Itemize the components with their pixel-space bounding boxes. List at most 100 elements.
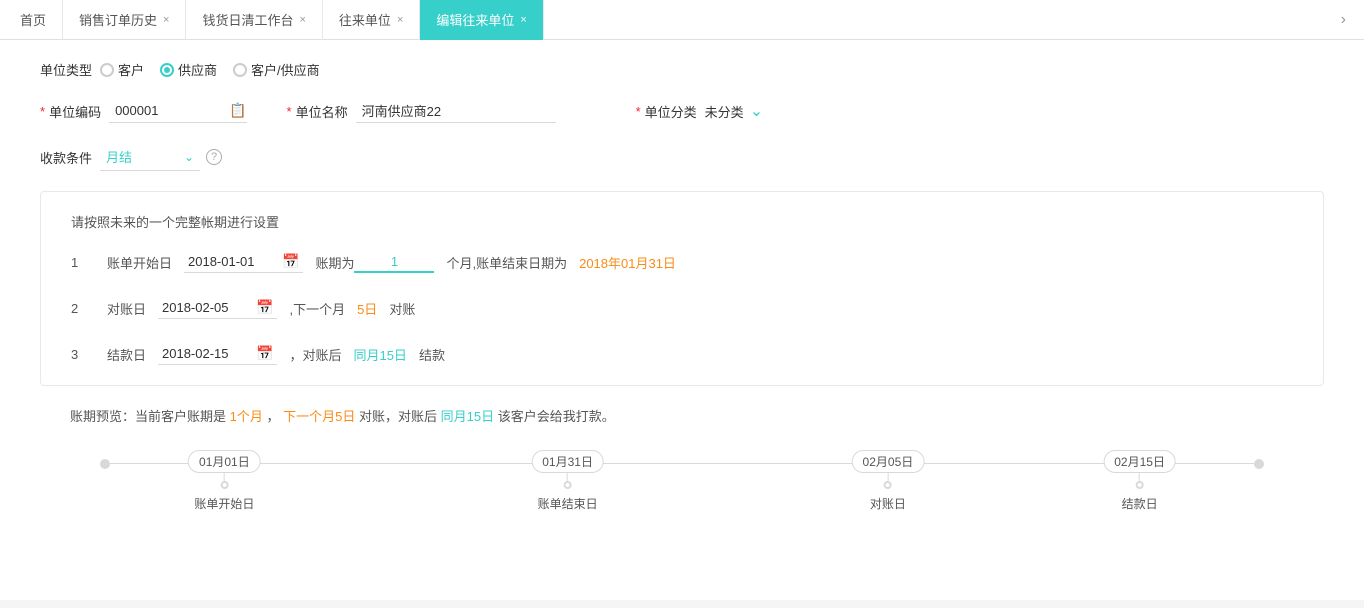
preview-sep1: ，: [267, 409, 280, 424]
unit-name-label: 单位名称: [296, 102, 348, 121]
unit-code-star: *: [40, 104, 45, 119]
unit-info-row: * 单位编码 📋 * 单位名称 * 单位分类 未分类 ⌄: [40, 99, 1324, 123]
preview-part1: 1个月: [230, 409, 263, 424]
tab-cash-work[interactable]: 钱货日清工作台 ×: [186, 0, 322, 40]
timeline-node-3: 02月05日 对账日: [852, 450, 925, 512]
payment-help-icon[interactable]: ?: [206, 149, 222, 165]
payment-value: 月结: [106, 147, 184, 166]
unit-category-item: * 单位分类 未分类 ⌄: [636, 101, 865, 121]
period-num-1: 1: [71, 255, 91, 270]
preview-part3: 同月15日: [441, 409, 494, 424]
radio-supplier[interactable]: 供应商: [160, 60, 217, 79]
period-months-input[interactable]: [354, 252, 434, 273]
timeline-connector-2: [567, 473, 568, 481]
unit-name-input[interactable]: [356, 99, 556, 123]
radio-both-label: 客户/供应商: [251, 60, 320, 79]
unit-code-icon[interactable]: 📋: [229, 102, 246, 119]
period-date-input-1[interactable]: [188, 254, 278, 269]
period-date-input-2[interactable]: [162, 300, 252, 315]
period-desc-3-pre: ，对账后: [289, 345, 341, 364]
payment-item: 收款条件 月结 ⌄ ?: [40, 143, 222, 171]
period-label-3: 结款日: [107, 345, 146, 364]
radio-supplier-circle: [160, 63, 174, 77]
timeline-line: 01月01日 账单开始日 01月31日 账单结束日 02月05日: [110, 463, 1254, 464]
unit-category-select[interactable]: 未分类 ⌄: [705, 101, 865, 121]
timeline-dot-1: [220, 481, 228, 489]
tab-edit-unit[interactable]: 编辑往来单位 ×: [420, 0, 543, 40]
timeline-label-1: 账单开始日: [194, 495, 254, 512]
period-desc-3-highlight: 同月15日: [353, 345, 406, 364]
period-row-2: 2 对账日 📅 ,下一个月5日 对账: [71, 297, 1293, 319]
unit-name-item: * 单位名称: [287, 99, 556, 123]
period-calendar-icon-1[interactable]: 📅: [282, 253, 299, 270]
tab-edit-unit-close[interactable]: ×: [520, 14, 526, 26]
tab-unit-close[interactable]: ×: [397, 14, 403, 26]
period-row-3: 3 结款日 📅 ，对账后 同月15日 结款: [71, 343, 1293, 365]
period-date-input-3[interactable]: [162, 346, 252, 361]
tab-cash-work-close[interactable]: ×: [299, 14, 305, 26]
unit-code-label: 单位编码: [49, 102, 101, 121]
period-date-2: 📅: [158, 297, 277, 319]
unit-type-label: 单位类型: [40, 60, 92, 79]
period-label-1: 账单开始日: [107, 253, 172, 272]
timeline-badge-3: 02月05日: [852, 450, 925, 473]
radio-customer[interactable]: 客户: [100, 60, 144, 79]
tab-sales-history[interactable]: 销售订单历史 ×: [63, 0, 186, 40]
payment-label: 收款条件: [40, 148, 92, 167]
period-num-3: 3: [71, 347, 91, 362]
timeline-container: 01月01日 账单开始日 01月31日 账单结束日 02月05日: [40, 449, 1324, 509]
tab-unit[interactable]: 往来单位 ×: [323, 0, 420, 40]
timeline-label-3: 对账日: [870, 495, 906, 512]
timeline-node-4: 02月15日 结款日: [1103, 450, 1176, 512]
tabs-bar: 首页 销售订单历史 × 钱货日清工作台 × 往来单位 × 编辑往来单位 × ›: [0, 0, 1364, 40]
timeline-dot-3: [884, 481, 892, 489]
unit-category-label: 单位分类: [645, 102, 697, 121]
preview-label: 账期预览：当前客户账期是: [70, 409, 226, 424]
unit-category-arrow: ⌄: [750, 101, 763, 121]
timeline-start-dot: [100, 459, 110, 469]
preview-sep2: 对账，对账后: [359, 409, 437, 424]
unit-category-star: *: [636, 104, 641, 119]
payment-select[interactable]: 月结 ⌄: [100, 143, 200, 171]
timeline-dot-2: [564, 481, 572, 489]
timeline-end-dot: [1254, 459, 1264, 469]
period-box: 请按照未来的一个完整帐期进行设置 1 账单开始日 📅 账期为 个月,账单结束日期…: [40, 191, 1324, 386]
tab-edit-unit-label: 编辑往来单位: [436, 10, 514, 29]
unit-code-item: * 单位编码 📋: [40, 99, 247, 123]
tab-home[interactable]: 首页: [8, 0, 63, 40]
unit-code-field: 📋: [109, 99, 246, 123]
radio-both-circle: [233, 63, 247, 77]
radio-both[interactable]: 客户/供应商: [233, 60, 320, 79]
timeline-node-2: 01月31日 账单结束日: [531, 450, 604, 512]
timeline-label-4: 结款日: [1122, 495, 1158, 512]
period-desc-2-post: 对账: [389, 299, 415, 318]
unit-type-row: 单位类型 客户 供应商 客户/供应商: [40, 60, 1324, 79]
timeline-dot-4: [1136, 481, 1144, 489]
tab-cash-work-label: 钱货日清工作台: [202, 10, 293, 29]
radio-supplier-label: 供应商: [178, 60, 217, 79]
period-num-2: 2: [71, 301, 91, 316]
unit-type-radio-group: 客户 供应商 客户/供应商: [100, 60, 320, 79]
timeline-connector-1: [224, 473, 225, 481]
period-desc-3-post: 结款: [419, 345, 445, 364]
timeline-node-1: 01月01日 账单开始日: [188, 450, 261, 512]
radio-customer-label: 客户: [118, 60, 144, 79]
payment-row: 收款条件 月结 ⌄ ?: [40, 143, 1324, 171]
period-end-date-1: 2018年01月31日: [579, 253, 676, 272]
period-calendar-icon-3[interactable]: 📅: [256, 345, 273, 362]
period-label-2: 对账日: [107, 299, 146, 318]
page-content: 单位类型 客户 供应商 客户/供应商 * 单位编码: [0, 40, 1364, 600]
timeline-connector-3: [887, 473, 888, 481]
period-desc-suffix-1: 个月,账单结束日期为: [446, 253, 567, 272]
period-row-1: 1 账单开始日 📅 账期为 个月,账单结束日期为 2018年01月31日: [71, 251, 1293, 273]
unit-name-star: *: [287, 104, 292, 119]
period-desc-prefix-1: 账期为: [315, 253, 354, 272]
tabs-expand-button[interactable]: ›: [1331, 11, 1356, 29]
timeline-badge-2: 01月31日: [531, 450, 604, 473]
tab-sales-history-label: 销售订单历史: [79, 10, 157, 29]
period-calendar-icon-2[interactable]: 📅: [256, 299, 273, 316]
payment-arrow: ⌄: [184, 150, 194, 164]
unit-code-input[interactable]: [109, 99, 229, 122]
preview-part2: 下一个月5日: [283, 409, 355, 424]
tab-sales-history-close[interactable]: ×: [163, 14, 169, 26]
